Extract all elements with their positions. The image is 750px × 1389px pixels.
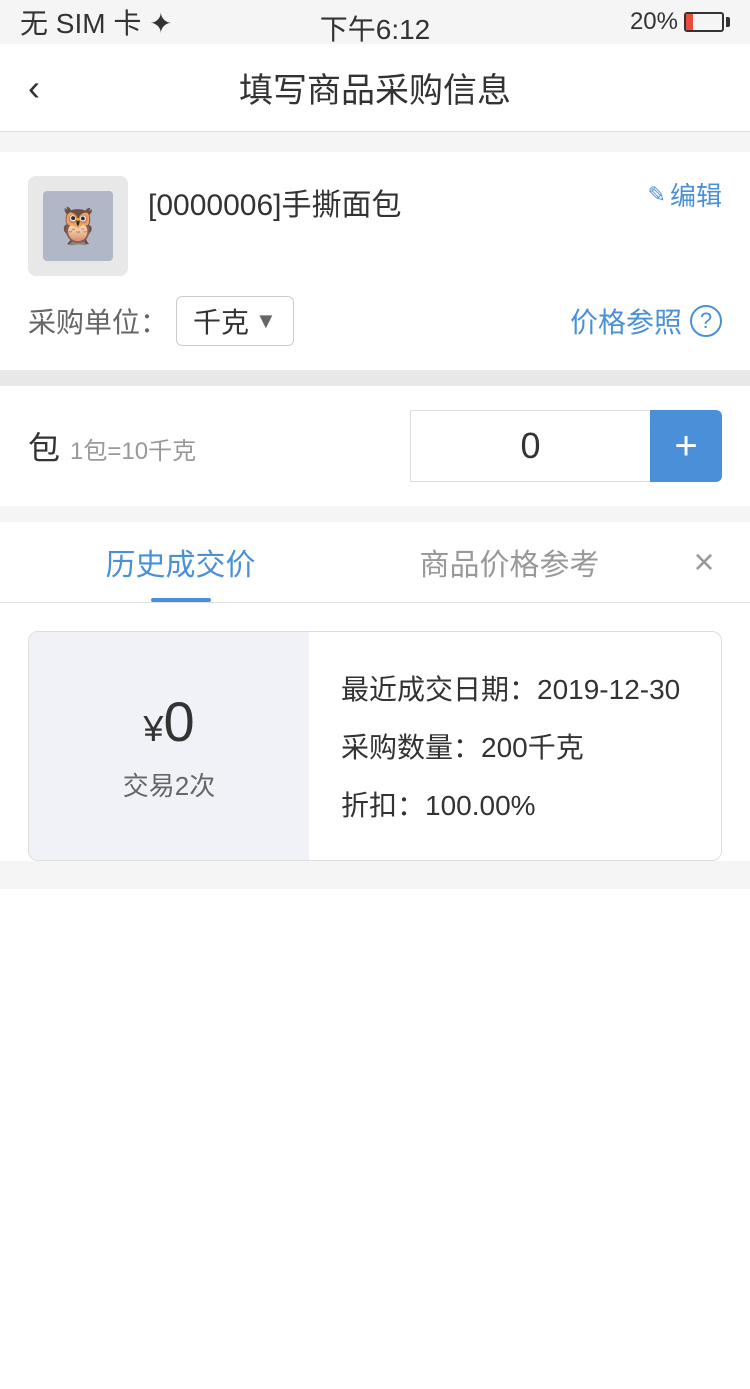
unit-sub-label: 1包=10千克 (70, 431, 196, 466)
transaction-qty-row: 采购数量：200千克 (341, 726, 689, 766)
help-text: ? (700, 308, 712, 334)
unit-main-label: 包 (28, 423, 60, 469)
edit-icon: ✎ (648, 182, 666, 208)
edit-label: 编辑 (670, 176, 722, 213)
transaction-date-row: 最近成交日期：2019-12-30 (341, 668, 689, 708)
price-reference-button[interactable]: 价格参照 ? (570, 301, 722, 341)
quantity-row: 包 1包=10千克 0 + (0, 386, 750, 506)
qty-detail-value: 200千克 (481, 732, 584, 763)
product-left: 🦉 [0000006]手撕面包 (28, 176, 401, 276)
price-symbol: ¥ (143, 708, 163, 749)
transaction-card: ¥0 交易2次 最近成交日期：2019-12-30 采购数量：200千克 折扣：… (28, 631, 722, 861)
tabs-close-button[interactable]: × (674, 522, 734, 602)
tab-history-price[interactable]: 历史成交价 (16, 522, 345, 602)
section-divider (0, 370, 750, 386)
unit-selector-area: 采购单位： 千克 ▼ (28, 296, 294, 346)
quantity-value: 0 (520, 425, 540, 467)
quantity-plus-button[interactable]: + (650, 410, 722, 482)
status-signal: 无 SIM 卡 ✦ (20, 2, 173, 42)
page-title: 填写商品采购信息 (239, 63, 511, 112)
product-name: [0000006]手撕面包 (148, 180, 401, 224)
unit-label: 采购单位： (28, 301, 168, 341)
unit-select[interactable]: 千克 ▼ (176, 296, 294, 346)
battery-icon (684, 12, 730, 32)
back-button[interactable]: ‹ (28, 67, 40, 109)
qty-detail-label: 采购数量： (341, 732, 481, 763)
product-unit-row: 采购单位： 千克 ▼ 价格参照 ? (28, 296, 722, 346)
product-header: 🦉 [0000006]手撕面包 ✎ 编辑 (28, 176, 722, 276)
status-right-area: 20% (630, 8, 730, 36)
tab-history-price-label: 历史成交价 (106, 540, 256, 584)
price-value: 0 (163, 690, 194, 753)
date-label: 最近成交日期： (341, 674, 537, 705)
tab-product-price-label: 商品价格参考 (420, 540, 600, 584)
nav-bar: ‹ 填写商品采购信息 (0, 44, 750, 132)
unit-arrow-icon: ▼ (255, 308, 277, 334)
page-content-area (0, 889, 750, 1389)
trade-count: 交易2次 (123, 766, 215, 803)
tab-product-price[interactable]: 商品价格参考 (345, 522, 674, 602)
help-icon: ? (690, 305, 722, 337)
discount-value: 100.00% (425, 790, 536, 821)
date-value: 2019-12-30 (537, 674, 680, 705)
product-edit-button[interactable]: ✎ 编辑 (648, 176, 722, 213)
product-section: 🦉 [0000006]手撕面包 ✎ 编辑 采购单位： 千克 ▼ 价格参照 ? (0, 152, 750, 370)
card-right-panel: 最近成交日期：2019-12-30 采购数量：200千克 折扣：100.00% (309, 632, 721, 860)
close-icon: × (693, 541, 714, 583)
battery-percent: 20% (630, 8, 678, 36)
card-left-panel: ¥0 交易2次 (29, 632, 309, 860)
quantity-unit-label: 包 1包=10千克 (28, 423, 196, 469)
plus-icon: + (674, 424, 697, 469)
quantity-input[interactable]: 0 (410, 410, 650, 482)
owl-icon: 🦉 (56, 205, 101, 247)
transaction-discount-row: 折扣：100.00% (341, 784, 689, 824)
status-time: 下午6:12 (320, 8, 431, 48)
discount-label: 折扣： (341, 790, 425, 821)
product-thumbnail: 🦉 (28, 176, 128, 276)
product-logo: 🦉 (43, 191, 113, 261)
unit-value: 千克 (193, 301, 249, 341)
tabs-section: 历史成交价 商品价格参考 × ¥0 交易2次 最近成交日期：2019-12-30… (0, 522, 750, 861)
price-ref-label: 价格参照 (570, 301, 682, 341)
tabs-header: 历史成交价 商品价格参考 × (0, 522, 750, 603)
status-bar: 无 SIM 卡 ✦ 下午6:12 20% (0, 0, 750, 44)
transaction-price: ¥0 (143, 689, 194, 754)
quantity-controls: 0 + (410, 410, 722, 482)
